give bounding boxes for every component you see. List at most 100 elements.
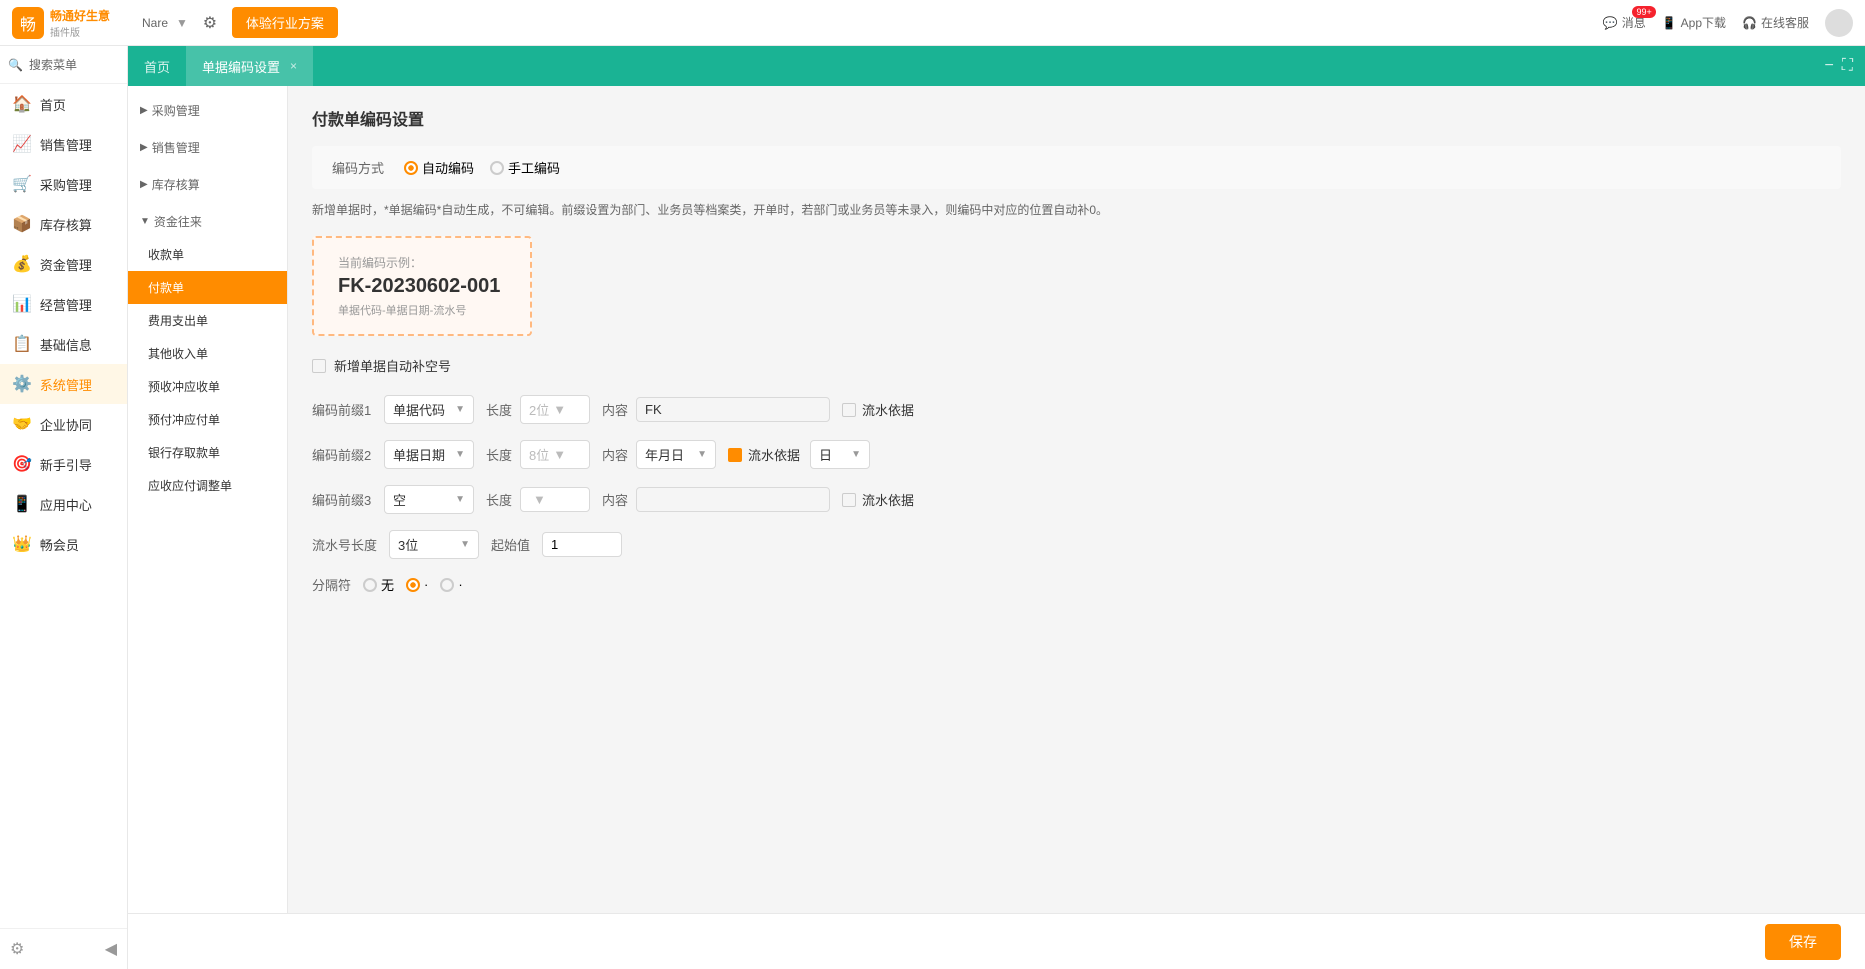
sidebar-item-inventory[interactable]: 📦 库存核算 — [0, 204, 127, 244]
sidebar-item-base[interactable]: 📋 基础信息 — [0, 324, 127, 364]
sub-nav-header-purchase[interactable]: ▶ 采购管理 — [128, 94, 287, 127]
content-wrapper: ▶ 采购管理 ▶ 销售管理 ▶ 库存核算 — [128, 86, 1865, 913]
operations-icon: 📊 — [12, 294, 32, 314]
tab-minimize-button[interactable]: − — [1824, 57, 1833, 75]
tab-home[interactable]: 首页 — [128, 46, 186, 86]
sidebar-item-member[interactable]: 👑 畅会员 — [0, 524, 127, 564]
sub-nav-item-receipt[interactable]: 收款单 — [128, 238, 287, 271]
prefix1-select[interactable]: 单据代码 ▼ — [384, 395, 474, 424]
online-service-button[interactable]: 🎧 在线客服 — [1742, 14, 1809, 31]
sidebar-item-purchase[interactable]: 🛒 采购管理 — [0, 164, 127, 204]
logo-text: 畅通好生意 插件版 — [50, 7, 110, 39]
sidebar-item-appstore[interactable]: 📱 应用中心 — [0, 484, 127, 524]
tab-maximize-button[interactable]: ⛶ — [1842, 57, 1853, 75]
trial-button[interactable]: 体验行业方案 — [232, 7, 338, 38]
separator-options: 无 · · — [363, 575, 463, 594]
sep-dot-radio[interactable] — [406, 578, 420, 592]
content2-select[interactable]: 年月日 ▼ — [636, 440, 716, 469]
length-field-2: 长度 8位 ▼ — [486, 440, 590, 469]
system-icon: ⚙️ — [12, 374, 32, 394]
avatar[interactable] — [1825, 9, 1853, 37]
app-download-button[interactable]: 📱 App下载 — [1662, 14, 1726, 31]
length1-select[interactable]: 2位 ▼ — [520, 395, 590, 424]
content1-input[interactable] — [636, 397, 830, 422]
sidebar-bottom: ⚙ ◀ — [0, 928, 127, 969]
dropdown-arrow-icon: ▼ — [533, 492, 546, 507]
sidebar-item-system[interactable]: ⚙️ 系统管理 — [0, 364, 127, 404]
stream3-checkbox[interactable] — [842, 493, 856, 507]
arrow-right-icon: ▶ — [140, 105, 148, 116]
sub-nav-group-capital: ▼ 资金往来 收款单 付款单 费用支出单 其他收入单 预收冲应收单 预付冲应付单… — [128, 205, 287, 502]
app-download-icon: 📱 — [1662, 16, 1677, 30]
stream-cb-3: 流水依据 — [842, 490, 914, 509]
sub-nav-group-purchase: ▶ 采购管理 — [128, 94, 287, 127]
sub-nav-header-sales[interactable]: ▶ 销售管理 — [128, 131, 287, 164]
length2-select[interactable]: 8位 ▼ — [520, 440, 590, 469]
sub-nav-item-advance-offset[interactable]: 预付冲应付单 — [128, 403, 287, 436]
enterprise-icon: 🤝 — [12, 414, 32, 434]
sub-nav-item-prepaid-offset[interactable]: 预收冲应收单 — [128, 370, 287, 403]
separator-row: 分隔符 无 · · — [312, 575, 1841, 594]
stream2-select[interactable]: 日 ▼ — [810, 440, 870, 469]
sep-none-radio[interactable] — [363, 578, 377, 592]
manual-encode-option[interactable]: 手工编码 — [490, 158, 560, 177]
sep-dot2-radio[interactable] — [440, 578, 454, 592]
sep-dot-option[interactable]: · — [406, 577, 428, 592]
sub-nav-header-inventory[interactable]: ▶ 库存核算 — [128, 168, 287, 201]
tab-close-icon[interactable]: × — [290, 59, 297, 73]
auto-encode-option[interactable]: 自动编码 — [404, 158, 474, 177]
message-button[interactable]: 💬 消息 99+ — [1603, 14, 1646, 31]
length-field-1: 长度 2位 ▼ — [486, 395, 590, 424]
appstore-icon: 📱 — [12, 494, 32, 514]
stream2-checkbox[interactable] — [728, 448, 742, 462]
dropdown-arrow-icon: ▼ — [455, 404, 465, 415]
main-layout: 🔍 搜索菜单 🏠 首页 📈 销售管理 🛒 采购管理 📦 库存核算 💰 资金管理 … — [0, 46, 1865, 969]
dropdown-arrow-icon: ▼ — [697, 449, 707, 460]
stream1-checkbox[interactable] — [842, 403, 856, 417]
serial-length-select[interactable]: 3位 ▼ — [389, 530, 479, 559]
content3-input[interactable] — [636, 487, 830, 512]
search-menu[interactable]: 🔍 搜索菜单 — [0, 46, 127, 84]
breadcrumb-text: Nare — [142, 16, 168, 30]
search-icon: 🔍 — [8, 58, 23, 72]
home-icon: 🏠 — [12, 94, 32, 114]
dropdown-arrow-icon: ▼ — [553, 402, 566, 417]
sidebar-item-operations[interactable]: 📊 经营管理 — [0, 284, 127, 324]
length3-select[interactable]: ▼ — [520, 487, 590, 512]
auto-encode-radio[interactable] — [404, 161, 418, 175]
tab-doc-encoding[interactable]: 单据编码设置 × — [186, 46, 313, 86]
sidebar-item-home[interactable]: 🏠 首页 — [0, 84, 127, 124]
inventory-icon: 📦 — [12, 214, 32, 234]
sep-none-option[interactable]: 无 — [363, 575, 394, 594]
settings-button[interactable]: ⚙ — [196, 9, 224, 37]
sub-nav-item-adjustment[interactable]: 应收应付调整单 — [128, 469, 287, 502]
manual-encode-radio[interactable] — [490, 161, 504, 175]
prefix3-select[interactable]: 空 ▼ — [384, 485, 474, 514]
prefix-row-2: 编码前缀2 单据日期 ▼ 长度 8位 ▼ 内容 — [312, 440, 1841, 469]
sub-nav-item-payment[interactable]: 付款单 — [128, 271, 287, 304]
sidebar-item-guide[interactable]: 🎯 新手引导 — [0, 444, 127, 484]
header-middle: Nare ▼ ⚙ 体验行业方案 — [142, 7, 1593, 38]
sub-nav-item-other-income[interactable]: 其他收入单 — [128, 337, 287, 370]
sidebar-collapse-button[interactable]: ◀ — [105, 939, 117, 959]
sub-nav-item-bank[interactable]: 银行存取款单 — [128, 436, 287, 469]
chevron-down-icon[interactable]: ▼ — [176, 16, 188, 30]
auto-fill-checkbox[interactable] — [312, 359, 326, 373]
content-field-2: 内容 年月日 ▼ — [602, 440, 716, 469]
prefix2-select[interactable]: 单据日期 ▼ — [384, 440, 474, 469]
start-value-input[interactable] — [542, 532, 622, 557]
dropdown-arrow-icon: ▼ — [460, 539, 470, 550]
sidebar-item-enterprise[interactable]: 🤝 企业协同 — [0, 404, 127, 444]
sep-dot2-option[interactable]: · — [440, 577, 462, 592]
sub-nav-header-capital[interactable]: ▼ 资金往来 — [128, 205, 287, 238]
sidebar-item-sales[interactable]: 📈 销售管理 — [0, 124, 127, 164]
top-header: 畅 畅通好生意 插件版 Nare ▼ ⚙ 体验行业方案 💬 消息 99+ 📱 A… — [0, 0, 1865, 46]
sidebar-item-finance[interactable]: 💰 资金管理 — [0, 244, 127, 284]
dropdown-arrow-icon: ▼ — [455, 449, 465, 460]
sub-nav-group-sales: ▶ 销售管理 — [128, 131, 287, 164]
sub-nav-group-inventory: ▶ 库存核算 — [128, 168, 287, 201]
sidebar-settings-button[interactable]: ⚙ — [10, 939, 24, 959]
save-button[interactable]: 保存 — [1765, 924, 1841, 960]
sub-nav-item-expense[interactable]: 费用支出单 — [128, 304, 287, 337]
prefix-row-1: 编码前缀1 单据代码 ▼ 长度 2位 ▼ 内容 — [312, 395, 1841, 424]
